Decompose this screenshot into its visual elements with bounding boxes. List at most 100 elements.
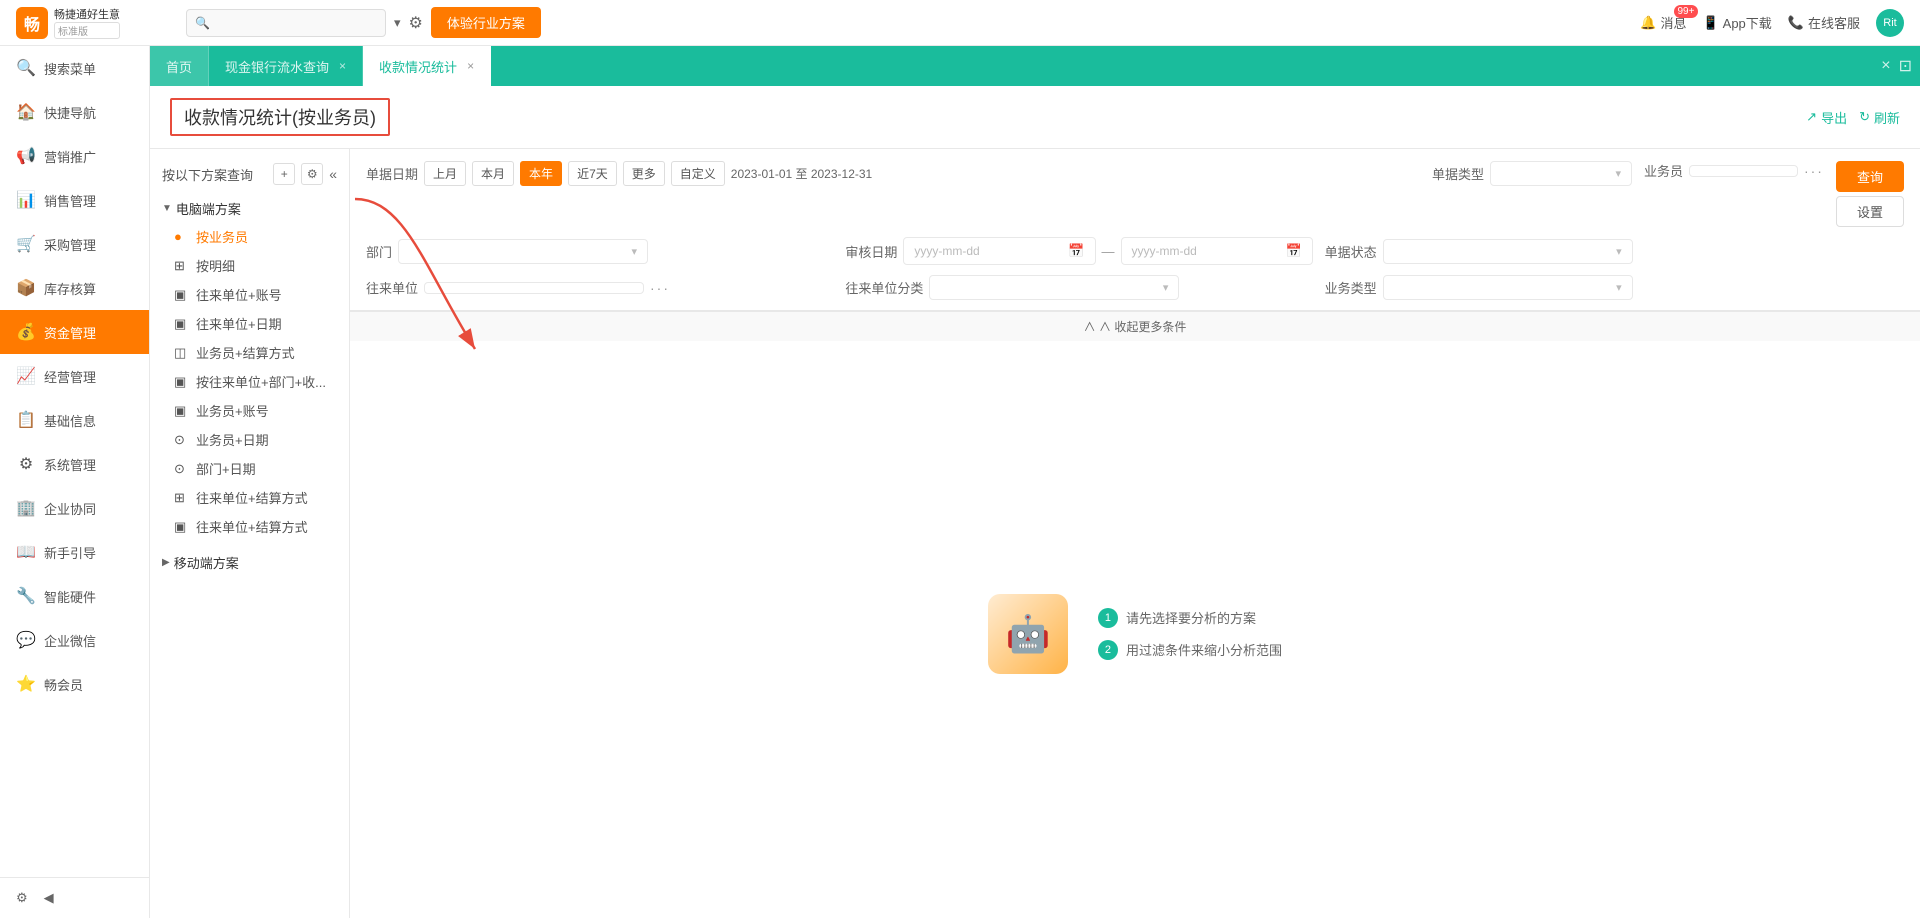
base-info-icon: 📋 (16, 410, 36, 430)
doc-status-label: 单据状态 (1325, 242, 1377, 261)
service-icon: 📞 (1788, 15, 1804, 31)
sidebar-item-smart-hardware[interactable]: 🔧 智能硬件 (0, 574, 149, 618)
partner-date-icon: ▣ (174, 316, 190, 332)
sidebar-item-member[interactable]: ⭐ 畅会员 (0, 662, 149, 706)
audit-start-placeholder: yyyy-mm-dd (914, 244, 979, 258)
header-search-box[interactable]: 🔍 (186, 9, 386, 37)
scheme-item-salesperson-account[interactable]: ▣ 业务员+账号 (150, 396, 349, 425)
tab-maximize-icon[interactable]: ⊡ (1899, 56, 1912, 76)
page-title-box: 收款情况统计(按业务员) (170, 98, 390, 136)
sales-icon: 📊 (16, 190, 36, 210)
empty-state: 🤖 1 请先选择要分析的方案 2 用过滤条件来缩小分析范围 (350, 349, 1920, 918)
export-btn[interactable]: ↗ 导出 (1806, 108, 1847, 127)
audit-date-label: 审核日期 (845, 242, 897, 261)
date-btn-last-7days[interactable]: 近7天 (568, 161, 617, 186)
query-btn[interactable]: 查询 (1836, 161, 1904, 192)
salesperson-date-icon: ⊙ (174, 432, 190, 448)
date-btn-more[interactable]: 更多 (623, 161, 665, 186)
scheme-item-partner-settlement1[interactable]: ⊞ 往来单位+结算方式 (150, 483, 349, 512)
date-btn-custom[interactable]: 自定义 (671, 161, 725, 186)
sidebar-item-system[interactable]: ⚙ 系统管理 (0, 442, 149, 486)
sidebar-bottom: ⚙ ◀ (0, 877, 149, 918)
dept-label: 部门 (366, 242, 392, 261)
sidebar-settings-icon[interactable]: ⚙ (16, 890, 28, 906)
sidebar-item-enterprise[interactable]: 🏢 企业协同 (0, 486, 149, 530)
dept-select[interactable]: ▾ (398, 239, 648, 264)
sidebar-item-finance[interactable]: 💰 资金管理 (0, 310, 149, 354)
sidebar-item-base-info[interactable]: 📋 基础信息 (0, 398, 149, 442)
settings-icon[interactable]: ⚙ (409, 13, 423, 33)
scheme-item-partner-settlement2[interactable]: ▣ 往来单位+结算方式 (150, 512, 349, 541)
sidebar-item-operations[interactable]: 📈 经营管理 (0, 354, 149, 398)
doc-type-caret: ▾ (1615, 167, 1621, 180)
collapse-icon: ∧ (1084, 320, 1096, 334)
sidebar-item-wechat[interactable]: 💬 企业微信 (0, 618, 149, 662)
refresh-btn[interactable]: ↻ 刷新 (1859, 108, 1900, 127)
audit-date-start[interactable]: yyyy-mm-dd 📅 (903, 237, 1095, 265)
dropdown-icon[interactable]: ▾ (394, 15, 401, 31)
doc-status-select[interactable]: ▾ (1383, 239, 1633, 264)
tab-home[interactable]: 首页 (150, 46, 209, 86)
date-btn-this-year[interactable]: 本年 (520, 161, 562, 186)
date-btn-last-month[interactable]: 上月 (424, 161, 466, 186)
collapse-conditions-btn[interactable]: ∧ ∧ 收起更多条件 (350, 311, 1920, 341)
scheme-group-title-mobile[interactable]: ▶ 移动端方案 (150, 549, 349, 576)
sidebar-item-guide[interactable]: 📖 新手引导 (0, 530, 149, 574)
online-service-btn[interactable]: 📞 在线客服 (1788, 13, 1860, 32)
dept-filter: 部门 ▾ (366, 239, 833, 264)
tab-bar: 首页 现金银行流水查询 × 收款情况统计 × × ⊡ (150, 46, 1920, 86)
salesperson-dots-btn[interactable]: ··· (1804, 163, 1824, 179)
scheme-item-by-detail[interactable]: ⊞ 按明细 (150, 251, 349, 280)
scheme-item-by-salesperson[interactable]: ● 按业务员 (150, 222, 349, 251)
scheme-settings-btn[interactable]: ⚙ (301, 163, 323, 185)
scheme-panel: 按以下方案查询 + ⚙ « ▼ 电脑端方案 (150, 149, 350, 918)
partner-category-label: 往来单位分类 (845, 278, 923, 297)
download-icon: 📱 (1702, 15, 1718, 31)
sidebar-collapse-icon[interactable]: ◀ (44, 890, 54, 906)
business-type-select[interactable]: ▾ (1383, 275, 1633, 300)
trial-btn[interactable]: 体验行业方案 (431, 7, 541, 38)
partner-input[interactable] (424, 282, 644, 294)
robot-icon: 🤖 (988, 594, 1068, 674)
doc-type-select[interactable]: ▾ (1490, 161, 1632, 186)
scheme-item-partner-date[interactable]: ▣ 往来单位+日期 (150, 309, 349, 338)
hardware-icon: 🔧 (16, 586, 36, 606)
sidebar-item-inventory[interactable]: 📦 库存核算 (0, 266, 149, 310)
sidebar-item-quick-nav[interactable]: 🏠 快捷导航 (0, 90, 149, 134)
export-icon: ↗ (1806, 109, 1817, 125)
scheme-item-salesperson-settlement[interactable]: ◫ 业务员+结算方式 (150, 338, 349, 367)
sidebar-item-purchase[interactable]: 🛒 采购管理 (0, 222, 149, 266)
scheme-item-salesperson-date[interactable]: ⊙ 业务员+日期 (150, 425, 349, 454)
tab-bank-flow[interactable]: 现金银行流水查询 × (209, 46, 363, 86)
sidebar-item-search-menu[interactable]: 🔍 搜索菜单 (0, 46, 149, 90)
notification-area[interactable]: 🔔 消息 99+ (1640, 13, 1686, 32)
scheme-item-dept-date[interactable]: ⊙ 部门+日期 (150, 454, 349, 483)
partner-category-select[interactable]: ▾ (929, 275, 1179, 300)
tab-close-all-icon[interactable]: × (1881, 57, 1890, 75)
app-logo: 畅 (16, 7, 48, 39)
audit-end-placeholder: yyyy-mm-dd (1132, 244, 1197, 258)
scheme-add-btn[interactable]: + (273, 163, 295, 185)
scheme-group-title-desktop[interactable]: ▼ 电脑端方案 (150, 195, 349, 222)
scheme-item-partner-dept-collect[interactable]: ▣ 按往来单位+部门+收... (150, 367, 349, 396)
scheme-item-partner-account[interactable]: ▣ 往来单位+账号 (150, 280, 349, 309)
date-btn-this-month[interactable]: 本月 (472, 161, 514, 186)
scheme-collapse-btn[interactable]: « (329, 166, 337, 182)
collection-stats-tab-close[interactable]: × (467, 59, 474, 73)
page-header: 收款情况统计(按业务员) ↗ 导出 ↻ 刷新 (150, 86, 1920, 149)
filter-settings-btn[interactable]: 设置 (1836, 196, 1904, 227)
mobile-group-arrow-icon: ▶ (162, 557, 170, 568)
partner-dots-btn[interactable]: ··· (650, 280, 670, 296)
sidebar-item-marketing[interactable]: 📢 营销推广 (0, 134, 149, 178)
salesperson-input[interactable] (1689, 165, 1798, 177)
app-download-btn[interactable]: 📱 App下载 (1702, 13, 1771, 32)
user-avatar[interactable]: Rit (1876, 9, 1904, 37)
bank-flow-tab-close[interactable]: × (339, 59, 346, 73)
partner-category-filter: 往来单位分类 ▾ (845, 275, 1312, 300)
scheme-header-label: 按以下方案查询 (162, 165, 253, 184)
date-range-display: 2023-01-01 至 2023-12-31 (731, 165, 872, 182)
sidebar-item-sales[interactable]: 📊 销售管理 (0, 178, 149, 222)
tab-collection-stats[interactable]: 收款情况统计 × (363, 46, 491, 86)
inventory-icon: 📦 (16, 278, 36, 298)
audit-date-end[interactable]: yyyy-mm-dd 📅 (1121, 237, 1313, 265)
